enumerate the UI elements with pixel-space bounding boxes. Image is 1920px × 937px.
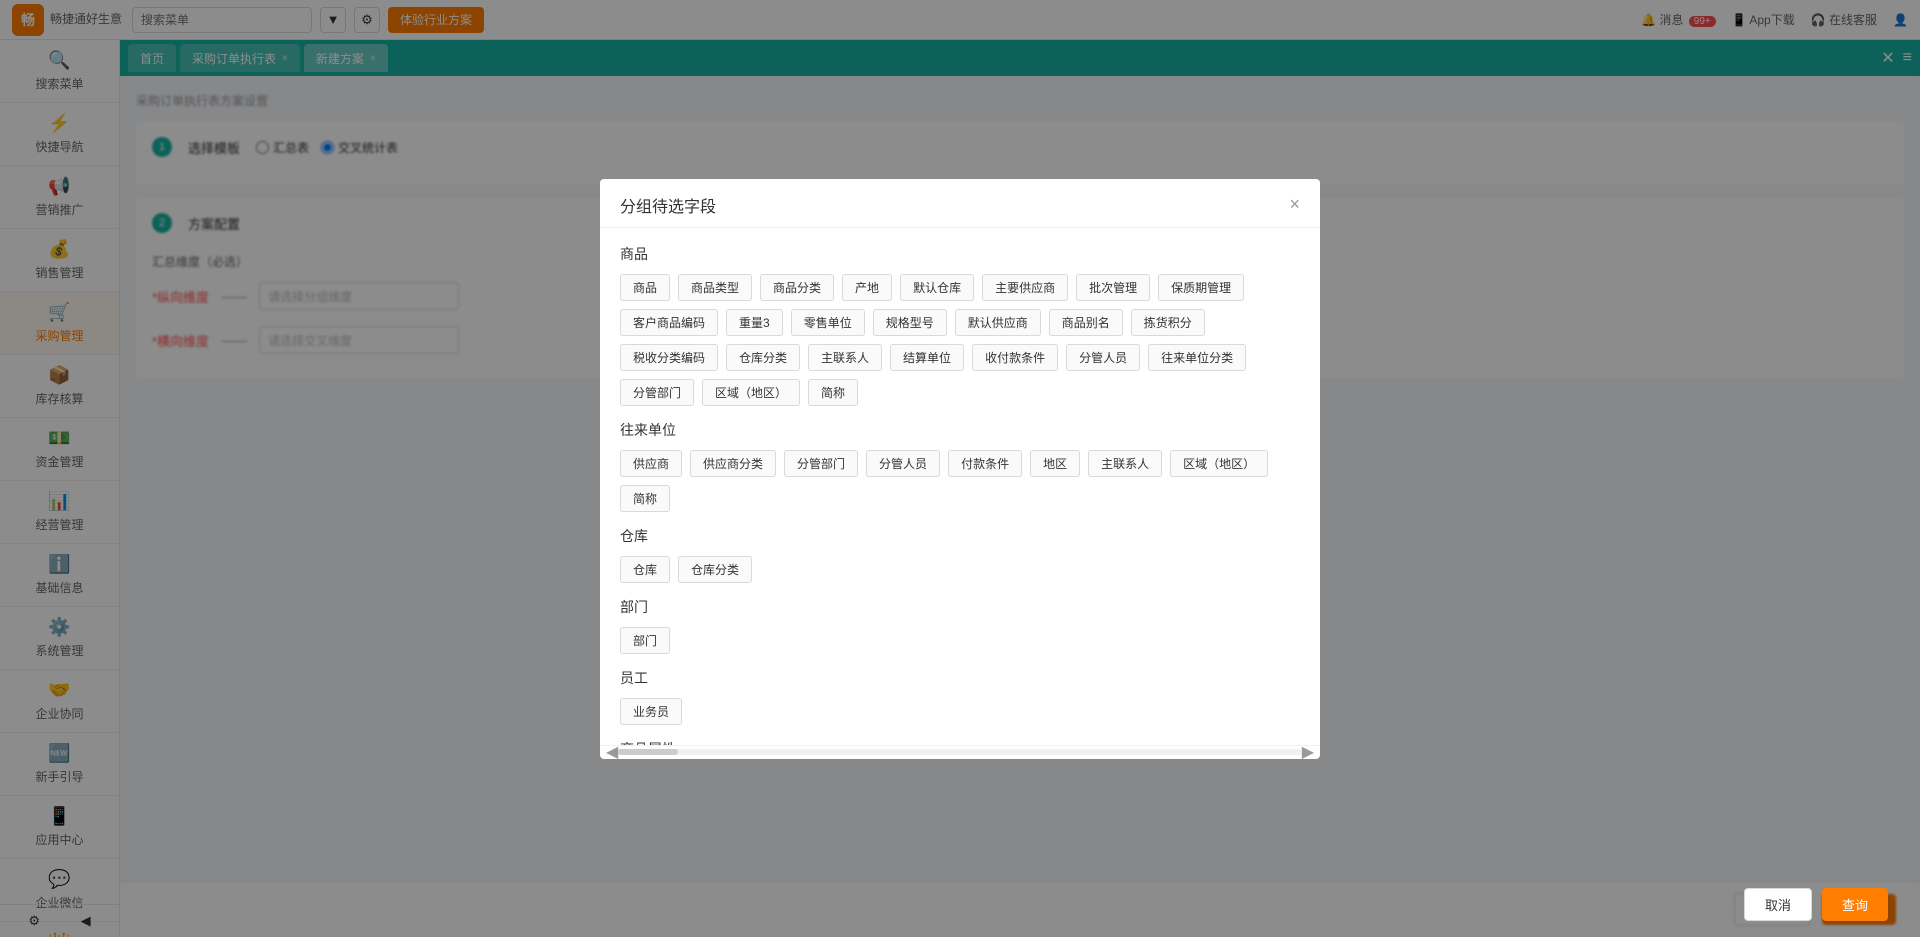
cancel-button[interactable]: 取消 — [1744, 888, 1812, 921]
field-tag[interactable]: 付款条件 — [948, 450, 1022, 477]
field-tag[interactable]: 收付款条件 — [972, 344, 1058, 371]
modal-title: 分组待选字段 — [620, 193, 716, 217]
field-tag[interactable]: 区域（地区） — [1170, 450, 1268, 477]
action-buttons: 取消 查询 — [1744, 888, 1888, 921]
modal-dialog: 分组待选字段 × 商品 商品 商品类型 商品分类 产地 默认仓库 主要供应商 批… — [600, 179, 1320, 759]
field-tag[interactable]: 商品 — [620, 274, 670, 301]
field-tag[interactable]: 商品分类 — [760, 274, 834, 301]
hscroll-thumb — [618, 749, 678, 755]
field-tag[interactable]: 仓库 — [620, 556, 670, 583]
field-tag[interactable]: 商品类型 — [678, 274, 752, 301]
field-tag[interactable]: 产地 — [842, 274, 892, 301]
fields-warehouse: 仓库 仓库分类 — [620, 556, 1300, 583]
section-title-partner: 往来单位 — [620, 420, 1300, 440]
modal-overlay: 分组待选字段 × 商品 商品 商品类型 商品分类 产地 默认仓库 主要供应商 批… — [0, 0, 1920, 937]
field-tag[interactable]: 分管人员 — [866, 450, 940, 477]
field-tag[interactable]: 商品别名 — [1049, 309, 1123, 336]
confirm-button[interactable]: 查询 — [1822, 888, 1888, 921]
section-title-warehouse: 仓库 — [620, 526, 1300, 546]
modal-body: 商品 商品 商品类型 商品分类 产地 默认仓库 主要供应商 批次管理 保质期管理… — [600, 228, 1320, 745]
field-tag[interactable]: 供应商 — [620, 450, 682, 477]
fields-partner: 供应商 供应商分类 分管部门 分管人员 付款条件 地区 主联系人 区域（地区） … — [620, 450, 1300, 512]
modal-header: 分组待选字段 × — [600, 179, 1320, 228]
field-tag[interactable]: 分管人员 — [1066, 344, 1140, 371]
field-tag[interactable]: 拣货积分 — [1131, 309, 1205, 336]
section-title-dept: 部门 — [620, 597, 1300, 617]
field-tag[interactable]: 保质期管理 — [1158, 274, 1244, 301]
section-title-staff: 员工 — [620, 668, 1300, 688]
modal-hscroll: ◀ ▶ — [600, 745, 1320, 759]
field-tag[interactable]: 主联系人 — [1088, 450, 1162, 477]
hscroll-left-arrow[interactable]: ◀ — [606, 742, 618, 762]
field-tag[interactable]: 往来单位分类 — [1148, 344, 1246, 371]
field-tag[interactable]: 默认仓库 — [900, 274, 974, 301]
field-tag[interactable]: 业务员 — [620, 698, 682, 725]
field-tag[interactable]: 分管部门 — [784, 450, 858, 477]
modal-close-button[interactable]: × — [1289, 194, 1300, 215]
field-tag[interactable]: 规格型号 — [873, 309, 947, 336]
field-tag[interactable]: 地区 — [1030, 450, 1080, 477]
field-tag[interactable]: 零售单位 — [791, 309, 865, 336]
hscroll-bar — [618, 749, 1301, 755]
field-tag[interactable]: 主联系人 — [808, 344, 882, 371]
field-tag[interactable]: 供应商分类 — [690, 450, 776, 477]
field-tag[interactable]: 税收分类编码 — [620, 344, 718, 371]
field-tag[interactable]: 分管部门 — [620, 379, 694, 406]
field-tag[interactable]: 简称 — [620, 485, 670, 512]
field-tag[interactable]: 重量3 — [726, 309, 783, 336]
field-tag[interactable]: 批次管理 — [1076, 274, 1150, 301]
field-tag[interactable]: 客户商品编码 — [620, 309, 718, 336]
field-tag[interactable]: 简称 — [808, 379, 858, 406]
field-tag[interactable]: 区域（地区） — [702, 379, 800, 406]
field-tag[interactable]: 部门 — [620, 627, 670, 654]
field-tag[interactable]: 结算单位 — [890, 344, 964, 371]
fields-staff: 业务员 — [620, 698, 1300, 725]
field-tag[interactable]: 仓库分类 — [726, 344, 800, 371]
field-tag[interactable]: 主要供应商 — [982, 274, 1068, 301]
hscroll-right-arrow[interactable]: ▶ — [1302, 742, 1314, 762]
fields-goods: 商品 商品类型 商品分类 产地 默认仓库 主要供应商 批次管理 保质期管理 客户… — [620, 274, 1300, 406]
field-tag[interactable]: 默认供应商 — [955, 309, 1041, 336]
section-title-goods: 商品 — [620, 244, 1300, 264]
fields-dept: 部门 — [620, 627, 1300, 654]
field-tag[interactable]: 仓库分类 — [678, 556, 752, 583]
